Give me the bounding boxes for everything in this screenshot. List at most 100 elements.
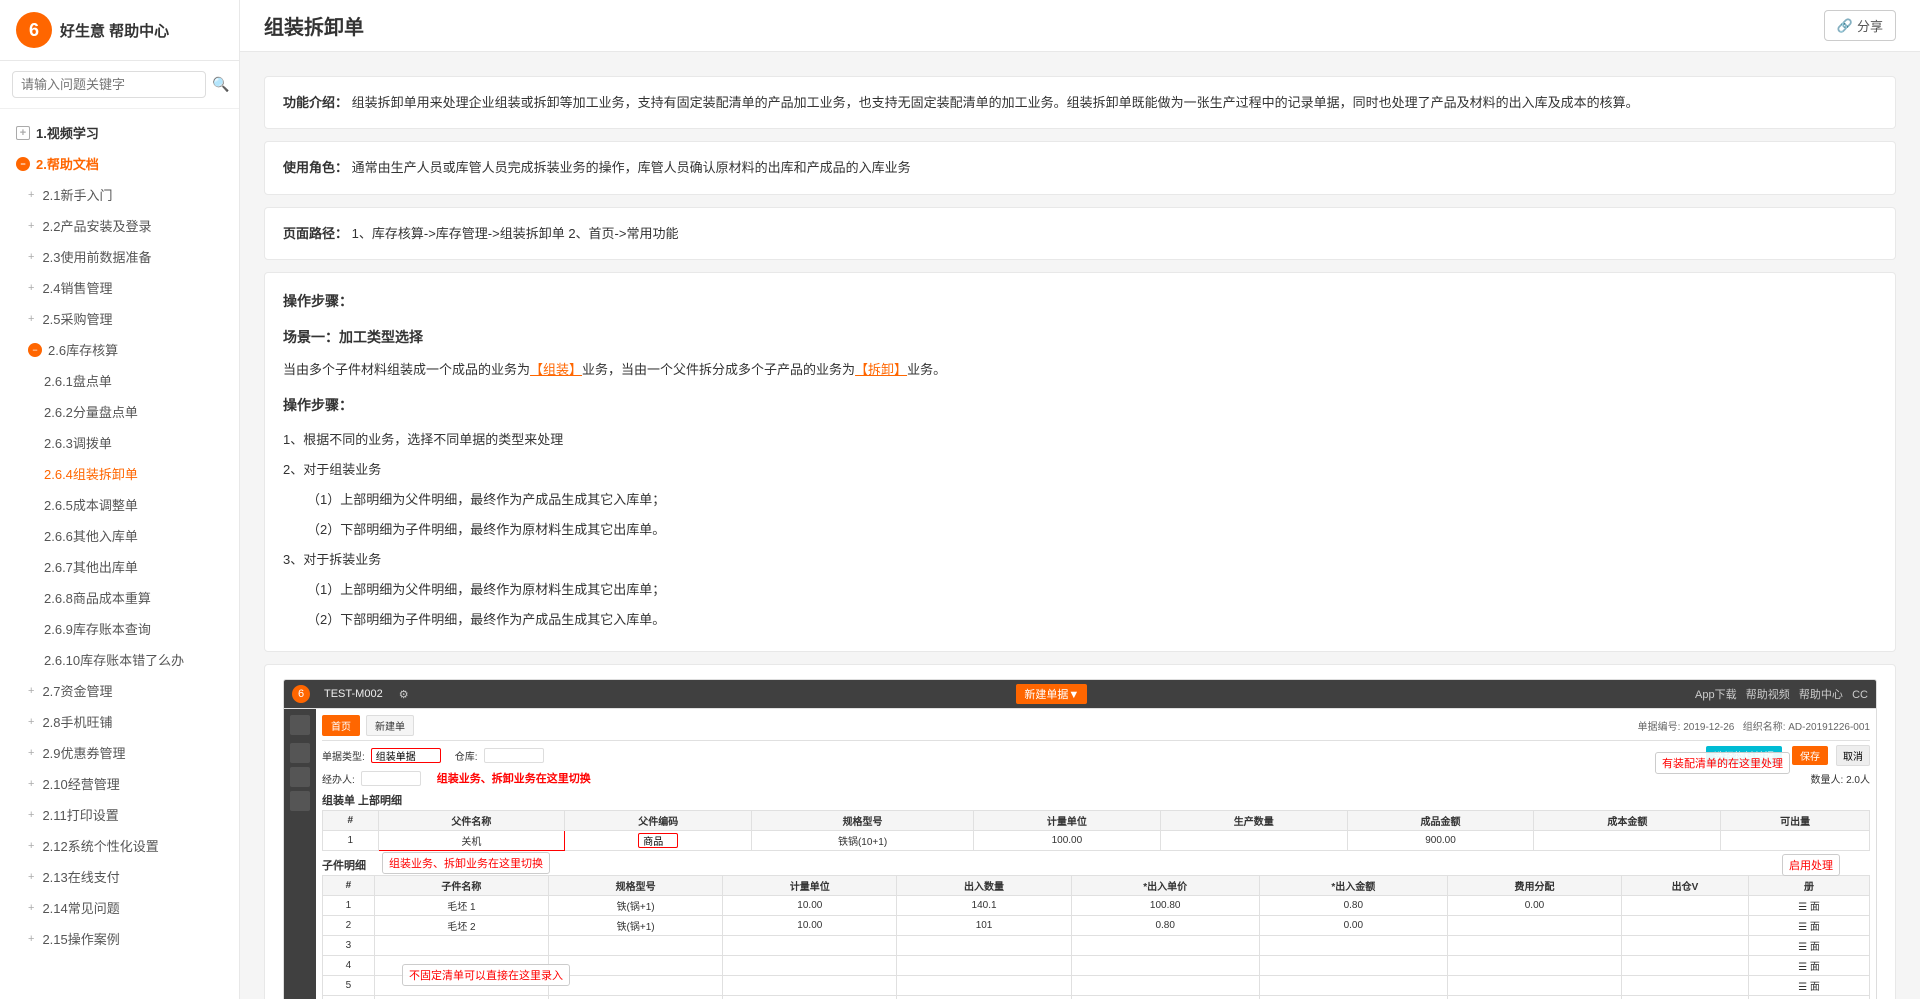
share-icon: 🔗 <box>1837 18 1853 34</box>
sidebar-item-install[interactable]: + 2.2产品安装及登录 <box>0 210 239 241</box>
mini-sidebar-icon <box>290 715 310 735</box>
mini-type-input[interactable] <box>371 748 441 763</box>
search-input[interactable] <box>12 71 206 98</box>
nav-label: 2.6库存核算 <box>48 340 118 359</box>
sidebar-item-faq[interactable]: + 2.14常见问题 <box>0 892 239 923</box>
mini-tab-home[interactable]: 首页 <box>322 715 360 736</box>
sidebar-item-goodscost[interactable]: 2.6.8商品成本重算 <box>0 582 239 613</box>
path-card: 页面路径： 1、库存核算->库存管理->组装拆卸单 2、首页->常用功能 <box>264 207 1896 260</box>
nav-label: 2.1新手入门 <box>42 185 112 204</box>
mini-sidebar-icon <box>290 791 310 811</box>
expand-icon: + <box>28 716 34 728</box>
mini-sidebar-icon <box>290 743 310 763</box>
mini-sidebar <box>284 709 316 999</box>
expand-icon: + <box>28 313 34 325</box>
disassembly-link[interactable]: 【拆卸】 <box>855 362 907 377</box>
expand-icon: + <box>28 747 34 759</box>
sidebar-item-coupon[interactable]: + 2.9优惠券管理 <box>0 737 239 768</box>
mini-form-row2: 经办人: 组装业务、拆卸业务在这里切换 数量人: 2.0人 <box>322 770 1870 786</box>
sidebar-item-ops[interactable]: + 2.10经营管理 <box>0 768 239 799</box>
main-area: 组装拆卸单 🔗 分享 功能介绍： 组装拆卸单用来处理企业组装或拆卸等加工业务，支… <box>240 0 1920 999</box>
mini-tab-new[interactable]: 新建单 <box>366 715 414 736</box>
search-box[interactable]: 🔍 <box>0 61 239 109</box>
sidebar-item-inventory[interactable]: − 2.6库存核算 <box>0 334 239 365</box>
sidebar-item-cases[interactable]: + 2.15操作案例 <box>0 923 239 954</box>
nav-label: 2.6.8商品成本重算 <box>44 588 151 607</box>
sidebar-item-adjust[interactable]: 2.6.3调拨单 <box>0 427 239 458</box>
nav-label: 2.8手机旺铺 <box>42 712 112 731</box>
mini-cell-input[interactable] <box>638 833 678 848</box>
intro-title: 功能介绍： <box>283 95 348 110</box>
annotation-middle-left: 组装业务、拆卸业务在这里切换 <box>382 852 550 874</box>
nav-label: 2.14常见问题 <box>42 898 119 917</box>
nav-label: 2.6.7其他出库单 <box>44 557 138 576</box>
expand-icon: + <box>28 685 34 697</box>
expand-icon: + <box>28 933 34 945</box>
nav-label: 2.15操作案例 <box>42 929 119 948</box>
sidebar-item-stockcheck[interactable]: 2.6.9库存账本查询 <box>0 613 239 644</box>
mini-save-btn[interactable]: 保存 <box>1792 746 1828 765</box>
sidebar-item-print[interactable]: + 2.11打印设置 <box>0 799 239 830</box>
sidebar-item-partstock[interactable]: 2.6.2分量盘点单 <box>0 396 239 427</box>
expand-icon: + <box>28 220 34 232</box>
screenshot-container: 6 TEST-M002 ⚙ 新建单据▼ App下载 帮助视频 帮助中心 CC <box>264 664 1896 999</box>
mini-cancel-btn[interactable]: 取消 <box>1836 745 1870 766</box>
mini-nav: 首页 新建单 单据编号: 2019-12-26 组织名称: AD-2019122… <box>322 715 1870 741</box>
annotation-bottom-left: 不固定清单可以直接在这里录入 <box>402 964 570 986</box>
expand-icon: + <box>28 809 34 821</box>
step2-2: （2）下部明细为子件明细，最终作为原材料生成其它出库单。 <box>283 517 1877 543</box>
share-label: 分享 <box>1857 16 1883 35</box>
nav-label: 2.3使用前数据准备 <box>42 247 151 266</box>
expand-icon: + <box>28 189 34 201</box>
nav-label: 2.7资金管理 <box>42 681 112 700</box>
mini-topbar: 6 TEST-M002 ⚙ 新建单据▼ App下载 帮助视频 帮助中心 CC <box>284 680 1876 709</box>
steps-title: 操作步骤： <box>283 391 1877 419</box>
mini-table-row: 3 ☰ 面 <box>323 936 1870 956</box>
expand-icon: + <box>28 871 34 883</box>
intro-card: 功能介绍： 组装拆卸单用来处理企业组装或拆卸等加工业务，支持有固定装配清单的产品… <box>264 76 1896 129</box>
sidebar-item-mobile[interactable]: + 2.8手机旺铺 <box>0 706 239 737</box>
sidebar-item-system[interactable]: + 2.12系统个性化设置 <box>0 830 239 861</box>
expand-icon: + <box>28 778 34 790</box>
operations-section: 操作步骤： 场景一：加工类型选择 当由多个子件材料组装成一个成品的业务为【组装】… <box>264 272 1896 652</box>
nav-label: 2.6.6其他入库单 <box>44 526 138 545</box>
mini-new-order[interactable]: 新建单据▼ <box>1016 684 1087 704</box>
sidebar-item-docs[interactable]: − 2.帮助文档 <box>0 148 239 179</box>
sidebar-item-finance[interactable]: + 2.7资金管理 <box>0 675 239 706</box>
search-icon[interactable]: 🔍 <box>212 76 229 93</box>
annotation2-text: 组装业务、拆卸业务在这里切换 <box>389 858 543 870</box>
nav-label: 2.6.1盘点单 <box>44 371 112 390</box>
sidebar-item-sales[interactable]: + 2.4销售管理 <box>0 272 239 303</box>
nav-label: 2.10经营管理 <box>42 774 119 793</box>
mini-logo: 6 <box>292 685 310 703</box>
nav-label: 2.帮助文档 <box>36 154 99 173</box>
share-button[interactable]: 🔗 分享 <box>1824 10 1896 41</box>
assembly-link[interactable]: 【组装】 <box>530 362 582 377</box>
sidebar-item-video[interactable]: + 1.视频学习 <box>0 117 239 148</box>
sidebar-item-otherout[interactable]: 2.6.7其他出库单 <box>0 551 239 582</box>
sidebar-item-assembly[interactable]: 2.6.4组装拆卸单 <box>0 458 239 489</box>
mini-warehouse-input[interactable] <box>484 748 544 763</box>
logo-icon: 6 <box>16 12 52 48</box>
step2-1: （1）上部明细为父件明细，最终作为产成品生成其它入库单； <box>283 487 1877 513</box>
sidebar-item-otherinput[interactable]: 2.6.6其他入库单 <box>0 520 239 551</box>
nav-label: 2.11打印设置 <box>42 805 118 824</box>
sidebar-item-cost[interactable]: 2.6.5成本调整单 <box>0 489 239 520</box>
expand-icon: + <box>28 251 34 263</box>
intro-text: 组装拆卸单用来处理企业组装或拆卸等加工业务，支持有固定装配清单的产品加工业务，也… <box>352 95 1639 110</box>
mini-main-content: 首页 新建单 单据编号: 2019-12-26 组织名称: AD-2019122… <box>316 709 1876 999</box>
step3-1: （1）上部明细为父件明细，最终作为原材料生成其它出库单； <box>283 577 1877 603</box>
mini-operator-input[interactable] <box>361 771 421 786</box>
sidebar-item-purchase[interactable]: + 2.5采购管理 <box>0 303 239 334</box>
sidebar-item-payment[interactable]: + 2.13在线支付 <box>0 861 239 892</box>
sidebar-item-new[interactable]: + 2.1新手入门 <box>0 179 239 210</box>
sidebar: 6 好生意 帮助中心 🔍 + 1.视频学习 − 2.帮助文档 + 2.1新手入门… <box>0 0 240 999</box>
path-text: 1、库存核算->库存管理->组装拆卸单 2、首页->常用功能 <box>352 226 679 241</box>
nav-label: 2.13在线支付 <box>42 867 119 886</box>
sidebar-item-stockerror[interactable]: 2.6.10库存账本错了么办 <box>0 644 239 675</box>
sidebar-item-prepare[interactable]: + 2.3使用前数据准备 <box>0 241 239 272</box>
expand-icon: + <box>16 126 30 140</box>
sidebar-item-stocktake[interactable]: 2.6.1盘点单 <box>0 365 239 396</box>
mini-table-row: 2 毛坯 2 铁(锅+1) 10.00 101 0.80 0.00 <box>323 916 1870 936</box>
annotation3-text: 启用处理 <box>1789 860 1833 872</box>
